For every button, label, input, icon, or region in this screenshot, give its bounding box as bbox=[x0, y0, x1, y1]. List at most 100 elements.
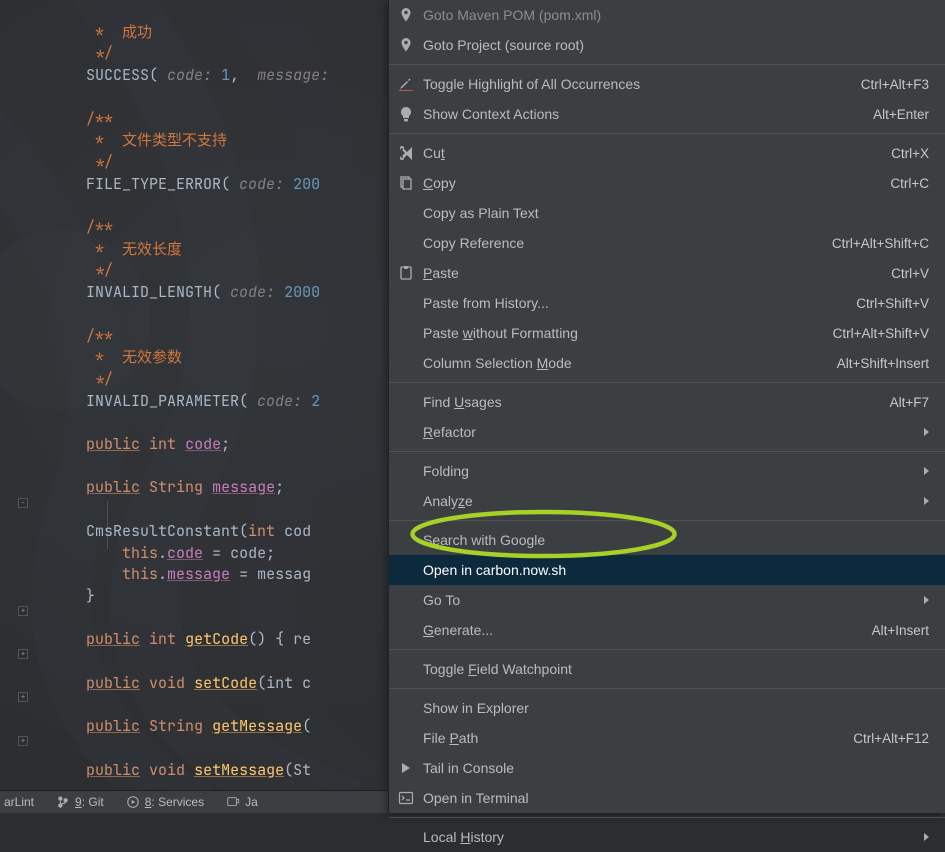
menu-search-google[interactable]: Search with Google bbox=[389, 525, 945, 555]
menu-label: Local History bbox=[423, 829, 504, 845]
keyword: public bbox=[86, 760, 140, 780]
menu-label: Find Usages bbox=[423, 394, 502, 410]
bulb-icon bbox=[397, 105, 415, 123]
menu-shortcut: Ctrl+Alt+F3 bbox=[861, 77, 929, 92]
menu-shortcut: Ctrl+X bbox=[891, 146, 929, 161]
docline: * bbox=[86, 239, 122, 259]
status-git[interactable]: 9: Git bbox=[56, 795, 104, 809]
type: String bbox=[149, 477, 203, 497]
menu-label: Go To bbox=[423, 592, 460, 608]
status-label: 9: Git bbox=[75, 795, 104, 809]
menu-paste-without-formatting[interactable]: Paste without Formatting Ctrl+Alt+Shift+… bbox=[389, 318, 945, 348]
menu-column-selection[interactable]: Column Selection Mode Alt+Shift+Insert bbox=[389, 348, 945, 378]
type: String bbox=[149, 716, 203, 736]
copy-icon bbox=[397, 174, 415, 192]
menu-toggle-highlight[interactable]: Toggle Highlight of All Occurrences Ctrl… bbox=[389, 69, 945, 99]
field: message bbox=[212, 477, 275, 497]
menu-refactor[interactable]: Refactor bbox=[389, 417, 945, 447]
menu-label: Refactor bbox=[423, 424, 476, 440]
doc-text: 无效参数 bbox=[122, 347, 182, 367]
menu-shortcut: Alt+F7 bbox=[890, 395, 929, 410]
doc-open: /** bbox=[86, 326, 113, 346]
menu-separator bbox=[389, 382, 945, 383]
menu-local-history[interactable]: Local History bbox=[389, 822, 945, 852]
docline: * bbox=[86, 347, 122, 367]
menu-label: Paste without Formatting bbox=[423, 325, 578, 341]
field: code bbox=[167, 543, 203, 563]
menu-label: Toggle Highlight of All Occurrences bbox=[423, 76, 640, 92]
param-label: code: bbox=[239, 174, 284, 194]
map-pin-icon bbox=[397, 6, 415, 24]
menu-goto-maven-pom[interactable]: Goto Maven POM (pom.xml) bbox=[389, 0, 945, 30]
chevron-right-icon bbox=[924, 497, 929, 505]
menu-open-carbon[interactable]: Open in carbon.now.sh bbox=[389, 555, 945, 585]
gutter: − + + + + bbox=[0, 0, 30, 790]
menu-separator bbox=[389, 688, 945, 689]
menu-separator bbox=[389, 133, 945, 134]
enum-const: INVALID_LENGTH bbox=[86, 282, 212, 302]
menu-open-terminal[interactable]: Open in Terminal bbox=[389, 783, 945, 813]
menu-copy-plain[interactable]: Copy as Plain Text bbox=[389, 198, 945, 228]
menu-label: Analyze bbox=[423, 493, 473, 509]
menu-label: File Path bbox=[423, 730, 478, 746]
menu-show-context-actions[interactable]: Show Context Actions Alt+Enter bbox=[389, 99, 945, 129]
scissors-icon bbox=[397, 144, 415, 162]
menu-label: Goto Maven POM (pom.xml) bbox=[423, 7, 601, 23]
menu-shortcut: Alt+Enter bbox=[873, 107, 929, 122]
menu-separator bbox=[389, 451, 945, 452]
chevron-right-icon bbox=[924, 428, 929, 436]
type: void bbox=[149, 760, 185, 780]
doc-open: /** bbox=[86, 109, 113, 129]
menu-show-explorer[interactable]: Show in Explorer bbox=[389, 693, 945, 723]
fold-toggle[interactable]: + bbox=[18, 649, 28, 659]
menu-paste[interactable]: Paste Ctrl+V bbox=[389, 258, 945, 288]
keyword: public bbox=[86, 477, 140, 497]
fold-toggle[interactable]: + bbox=[18, 736, 28, 746]
doc-text: 无效长度 bbox=[122, 239, 182, 259]
menu-go-to[interactable]: Go To bbox=[389, 585, 945, 615]
fold-toggle[interactable]: + bbox=[18, 606, 28, 616]
branch-icon bbox=[56, 795, 70, 809]
menu-label: Search with Google bbox=[423, 532, 545, 548]
menu-tail-console[interactable]: Tail in Console bbox=[389, 753, 945, 783]
code-text: (St bbox=[284, 760, 311, 780]
menu-label: Show Context Actions bbox=[423, 106, 559, 122]
menu-analyze[interactable]: Analyze bbox=[389, 486, 945, 516]
keyword: public bbox=[86, 716, 140, 736]
menu-file-path[interactable]: File Path Ctrl+Alt+F12 bbox=[389, 723, 945, 753]
fold-toggle[interactable]: + bbox=[18, 692, 28, 702]
menu-generate[interactable]: Generate... Alt+Insert bbox=[389, 615, 945, 645]
doc-end: */ bbox=[86, 260, 113, 280]
menu-cut[interactable]: Cut Ctrl+X bbox=[389, 138, 945, 168]
menu-label: Tail in Console bbox=[423, 760, 514, 776]
docline: * bbox=[86, 130, 122, 150]
menu-find-usages[interactable]: Find Usages Alt+F7 bbox=[389, 387, 945, 417]
menu-paste-history[interactable]: Paste from History... Ctrl+Shift+V bbox=[389, 288, 945, 318]
menu-toggle-field-watchpoint[interactable]: Toggle Field Watchpoint bbox=[389, 654, 945, 684]
param-label: message: bbox=[257, 65, 329, 85]
menu-label: Open in carbon.now.sh bbox=[423, 562, 566, 578]
map-pin-icon bbox=[397, 36, 415, 54]
type: int bbox=[149, 629, 176, 649]
menu-shortcut: Alt+Insert bbox=[872, 623, 929, 638]
menu-label: Generate... bbox=[423, 622, 493, 638]
context-menu[interactable]: Goto Maven POM (pom.xml) Goto Project (s… bbox=[388, 0, 945, 813]
status-sonarlint[interactable]: arLint bbox=[4, 795, 34, 809]
code-text: = messag bbox=[230, 564, 311, 584]
highlighter-icon bbox=[397, 75, 415, 93]
menu-shortcut: Ctrl+Shift+V bbox=[856, 296, 929, 311]
method: setMessage bbox=[194, 760, 284, 780]
menu-goto-project[interactable]: Goto Project (source root) bbox=[389, 30, 945, 60]
status-services[interactable]: 8: Services bbox=[126, 795, 204, 809]
num: 1 bbox=[221, 65, 230, 85]
status-java[interactable]: Ja bbox=[226, 795, 258, 809]
fold-toggle[interactable]: − bbox=[18, 498, 28, 508]
menu-label: Goto Project (source root) bbox=[423, 37, 584, 53]
menu-copy-reference[interactable]: Copy Reference Ctrl+Alt+Shift+C bbox=[389, 228, 945, 258]
doc-open: /** bbox=[86, 217, 113, 237]
menu-shortcut: Ctrl+C bbox=[890, 176, 929, 191]
menu-label: Show in Explorer bbox=[423, 700, 529, 716]
menu-folding[interactable]: Folding bbox=[389, 456, 945, 486]
menu-copy[interactable]: Copy Ctrl+C bbox=[389, 168, 945, 198]
menu-label: Copy bbox=[423, 175, 456, 191]
